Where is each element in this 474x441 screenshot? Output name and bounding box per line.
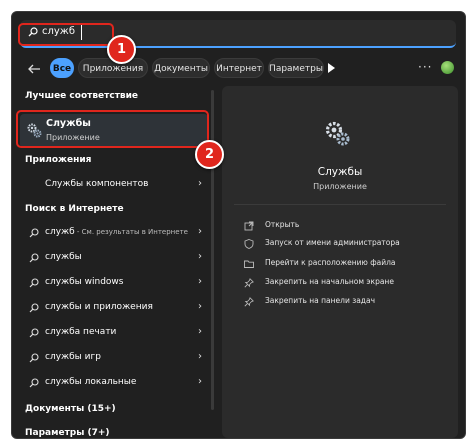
tab-settings[interactable]: Параметры (268, 58, 324, 78)
action-label: Закрепить на начальном экране (265, 277, 394, 286)
web-result-item[interactable]: службы локальные › (20, 372, 208, 394)
action-label: Перейти к расположению файла (265, 258, 396, 267)
detail-subtitle: Приложение (313, 182, 367, 191)
section-settings[interactable]: Параметры (7+) (25, 428, 110, 438)
web-result-item[interactable]: службы и приложения › (20, 297, 208, 319)
pin-icon (244, 297, 254, 307)
web-result-label: служб - См. результаты в Интернете (45, 227, 188, 237)
app-item-label: Службы компонентов (45, 179, 149, 189)
tab-documents[interactable]: Документы (152, 58, 210, 78)
user-avatar[interactable] (441, 61, 454, 74)
chevron-right-icon: › (198, 178, 202, 189)
more-options-button[interactable]: ··· (418, 58, 432, 76)
filter-tabs: Все Приложения Документы Интернет Параме… (20, 58, 460, 80)
search-icon (29, 328, 39, 338)
web-result-item[interactable]: службы › (20, 247, 208, 269)
web-result-item[interactable]: службы игр › (20, 347, 208, 369)
callout-highlight-search (18, 23, 114, 46)
web-result-label: службы локальные (45, 377, 137, 387)
chevron-right-icon: › (198, 251, 202, 262)
section-documents[interactable]: Документы (15+) (25, 404, 116, 414)
action-label: Запуск от имени администратора (265, 238, 400, 247)
web-result-label: службы игр (45, 352, 101, 362)
tab-internet[interactable]: Интернет (214, 58, 264, 78)
pin-icon (244, 278, 254, 288)
web-result-item[interactable]: службы windows › (20, 272, 208, 294)
callout-badge-two: 2 (195, 140, 224, 169)
section-best-match: Лучшее соответствие (25, 91, 139, 101)
start-search-window: служб Все Приложения Документы Интернет … (11, 11, 466, 439)
web-result-label: службы и приложения (45, 302, 153, 312)
chevron-right-icon: › (198, 351, 202, 362)
search-icon (29, 253, 39, 263)
callout-highlight-best-match (16, 110, 209, 148)
section-apps: Приложения (25, 155, 92, 165)
callout-badge-one: 1 (107, 35, 136, 64)
web-result-item[interactable]: служба печати › (20, 322, 208, 344)
chevron-right-icon: › (198, 226, 202, 237)
detail-panel: Службы Приложение Открыть Запуск от имен… (222, 86, 458, 438)
action-label: Открыть (265, 220, 300, 229)
tab-all[interactable]: Все (50, 58, 74, 78)
folder-icon (244, 260, 254, 268)
back-arrow-icon[interactable] (26, 58, 42, 80)
app-item-component-services[interactable]: Службы компонентов › (20, 174, 208, 196)
detail-title: Службы (317, 166, 363, 178)
admin-shield-icon (244, 239, 254, 249)
chevron-right-icon: › (198, 301, 202, 312)
divider (234, 204, 446, 205)
chevron-right-icon: › (198, 276, 202, 287)
action-label: Закрепить на панели задач (265, 296, 376, 305)
search-icon (29, 303, 39, 313)
web-result-label: службы windows (45, 277, 124, 287)
chevron-right-icon: › (198, 326, 202, 337)
search-icon (29, 378, 39, 388)
web-result-item[interactable]: служб - См. результаты в Интернете › (20, 222, 208, 244)
gears-icon (325, 121, 350, 146)
web-result-label: службы (45, 252, 82, 262)
section-web: Поиск в Интернете (25, 204, 124, 214)
search-icon (29, 278, 39, 288)
scrollbar[interactable] (211, 90, 214, 410)
play-more-icon[interactable] (328, 63, 336, 73)
web-result-label: служба печати (45, 327, 117, 337)
search-icon (29, 228, 39, 238)
search-icon (29, 353, 39, 363)
open-icon (244, 221, 254, 231)
chevron-right-icon: › (198, 376, 202, 387)
